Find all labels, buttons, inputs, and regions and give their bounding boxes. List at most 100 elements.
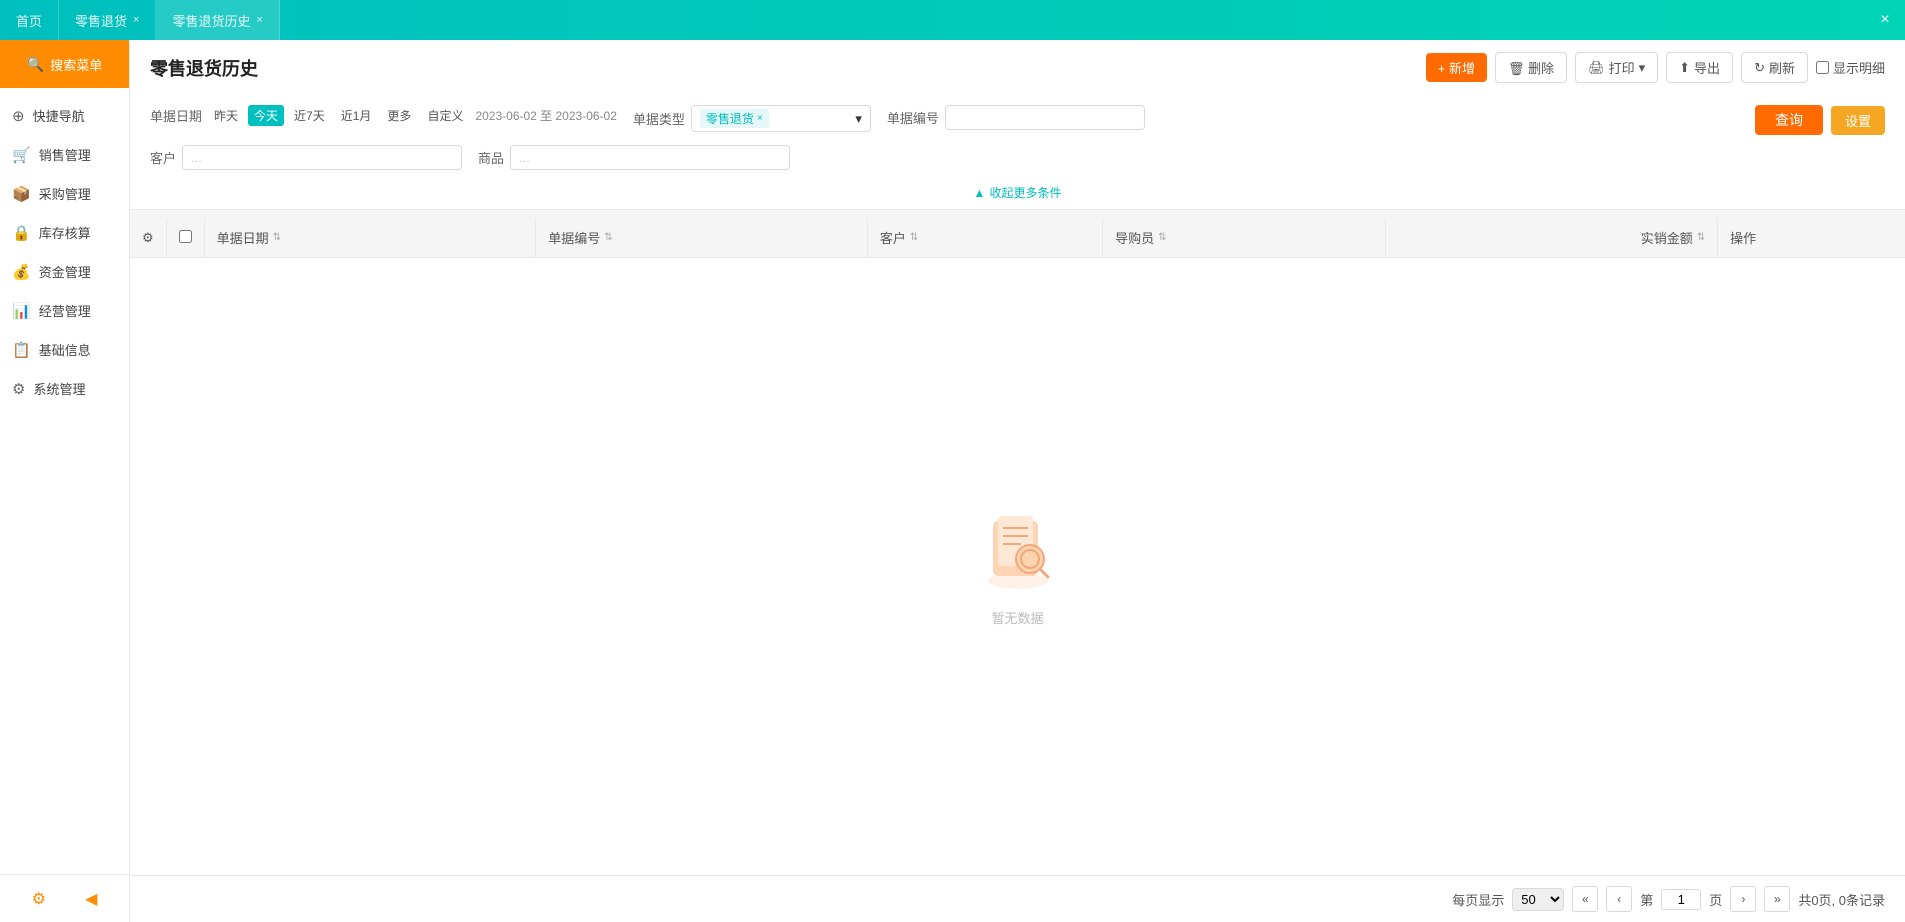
filter-customer-input[interactable]: ... <box>182 145 462 170</box>
query-button[interactable]: 查询 <box>1755 105 1823 135</box>
th-doc-date-sort[interactable]: 单据日期 ⇅ <box>217 228 524 247</box>
sidebar-item-ops-mgmt[interactable]: 📊 经营管理 <box>0 291 129 330</box>
th-amount-label: 实销金额 <box>1641 228 1693 247</box>
empty-illustration <box>973 506 1063 596</box>
refresh-label: 刷新 <box>1769 58 1795 77</box>
filter-type: 单据类型 零售退货 × ▾ <box>633 105 871 132</box>
th-amount-sort[interactable]: 实销金额 ⇅ <box>1398 228 1705 247</box>
search-icon: 🔍 <box>27 56 44 73</box>
sidebar-item-purchase-mgmt-label: 采购管理 <box>39 184 91 203</box>
date-btn-yesterday[interactable]: 昨天 <box>208 105 244 126</box>
pagination-bar: 每页显示 10 20 50 100 « ‹ 第 页 › » 共0页, 0条记录 <box>130 875 1905 922</box>
date-btn-custom[interactable]: 自定义 <box>421 105 469 126</box>
refresh-icon: ↻ <box>1754 60 1765 76</box>
sidebar-item-inventory[interactable]: 🔒 库存核算 <box>0 213 129 252</box>
per-page-label: 每页显示 <box>1452 890 1504 909</box>
per-page-select[interactable]: 10 20 50 100 <box>1512 888 1564 911</box>
settings-button[interactable]: 设置 <box>1831 106 1885 135</box>
filter-type-dropdown-icon: ▾ <box>855 111 862 127</box>
filter-type-select[interactable]: 零售退货 × ▾ <box>691 105 871 132</box>
basic-info-icon: 📋 <box>12 341 31 359</box>
print-label: 打印 <box>1609 58 1635 77</box>
sidebar-item-basic-info-label: 基础信息 <box>39 340 91 359</box>
export-button[interactable]: ⬆ 导出 <box>1666 52 1733 83</box>
first-page-button[interactable]: « <box>1572 886 1598 912</box>
date-btn-more[interactable]: 更多 <box>381 105 417 126</box>
date-btn-1month[interactable]: 近1月 <box>335 105 378 126</box>
window-close-button[interactable]: × <box>1865 0 1905 40</box>
page-title-bar: 零售退货历史 + 新增 🗑 删除 🖨 打印 ▾ ⬆ 导出 ↻ <box>150 52 1885 83</box>
filter-date-buttons: 昨天 今天 近7天 近1月 更多 自定义 <box>208 105 469 126</box>
th-amount-sort-icon: ⇅ <box>1697 233 1705 243</box>
filter-customer: 客户 ... <box>150 145 462 170</box>
print-dropdown-icon: ▾ <box>1639 60 1646 76</box>
date-btn-7days[interactable]: 近7天 <box>288 105 331 126</box>
sidebar-item-sales-mgmt[interactable]: 🛒 销售管理 <box>0 135 129 174</box>
th-doc-no: 单据编号 ⇅ <box>536 218 868 258</box>
last-page-button[interactable]: » <box>1764 886 1790 912</box>
data-table: ⚙ 单据日期 ⇅ 单据编号 <box>130 218 1905 258</box>
sidebar-search[interactable]: 🔍 搜索菜单 <box>0 40 129 88</box>
sidebar-item-quick-nav[interactable]: ⊕ 快捷导航 <box>0 96 129 135</box>
tab-retail-return-history-close[interactable]: × <box>256 14 262 26</box>
select-all-checkbox[interactable] <box>179 230 192 243</box>
th-doc-date: 单据日期 ⇅ <box>204 218 536 258</box>
content-area: 零售退货历史 + 新增 🗑 删除 🖨 打印 ▾ ⬆ 导出 ↻ <box>130 40 1905 922</box>
th-doc-date-label: 单据日期 <box>217 228 269 247</box>
delete-button[interactable]: 🗑 删除 <box>1495 52 1567 83</box>
filter-row-1: 单据日期 昨天 今天 近7天 近1月 更多 自定义 2023-06-02 至 2… <box>150 105 1885 135</box>
th-doc-date-sort-icon: ⇅ <box>273 233 281 243</box>
refresh-button[interactable]: ↻ 刷新 <box>1741 52 1808 83</box>
page-header: 零售退货历史 + 新增 🗑 删除 🖨 打印 ▾ ⬆ 导出 ↻ <box>130 40 1905 210</box>
sidebar: 🔍 搜索菜单 ⊕ 快捷导航 🛒 销售管理 📦 采购管理 🔒 库存核算 💰 <box>0 40 130 922</box>
export-label: 导出 <box>1694 58 1720 77</box>
th-amount: 实销金额 ⇅ <box>1386 218 1718 258</box>
prev-page-button[interactable]: ‹ <box>1606 886 1632 912</box>
print-button[interactable]: 🖨 打印 ▾ <box>1575 52 1658 83</box>
show-detail-checkbox-wrapper[interactable]: 显示明细 <box>1816 58 1885 77</box>
filter-doc-number-input[interactable] <box>945 105 1145 130</box>
filter-doc-number-label: 单据编号 <box>887 108 939 127</box>
quick-nav-icon: ⊕ <box>12 107 25 125</box>
tab-retail-return-history-label: 零售退货历史 <box>172 11 250 30</box>
sidebar-item-purchase-mgmt[interactable]: 📦 采购管理 <box>0 174 129 213</box>
tab-retail-return-close[interactable]: × <box>133 14 139 26</box>
sidebar-nav: ⊕ 快捷导航 🛒 销售管理 📦 采购管理 🔒 库存核算 💰 资金管理 📊 <box>0 88 129 874</box>
th-customer-sort-icon: ⇅ <box>910 233 918 243</box>
table-container: ⚙ 单据日期 ⇅ 单据编号 <box>130 218 1905 875</box>
page-title: 零售退货历史 <box>150 55 258 81</box>
inventory-icon: 🔒 <box>12 224 31 242</box>
ops-mgmt-icon: 📊 <box>12 302 31 320</box>
filter-doc-number: 单据编号 <box>887 105 1145 130</box>
date-btn-today[interactable]: 今天 <box>248 105 284 126</box>
sidebar-item-inventory-label: 库存核算 <box>39 223 91 242</box>
tab-retail-return-history[interactable]: 零售退货历史 × <box>156 0 279 40</box>
th-doc-no-sort[interactable]: 单据编号 ⇅ <box>548 228 855 247</box>
sidebar-search-label: 搜索菜单 <box>50 55 102 74</box>
tab-retail-return[interactable]: 零售退货 × <box>59 0 156 40</box>
column-settings-icon[interactable]: ⚙ <box>142 230 154 245</box>
sidebar-item-sys-mgmt[interactable]: ⚙ 系统管理 <box>0 369 129 408</box>
page-suffix: 页 <box>1709 890 1722 909</box>
collapse-bar[interactable]: ▲ 收起更多条件 <box>150 180 1885 209</box>
page-actions: + 新增 🗑 删除 🖨 打印 ▾ ⬆ 导出 ↻ 刷新 <box>1426 52 1885 83</box>
sidebar-item-quick-nav-label: 快捷导航 <box>33 106 85 125</box>
table-header: ⚙ 单据日期 ⇅ 单据编号 <box>130 218 1905 258</box>
filter-type-tag-close[interactable]: × <box>757 113 763 124</box>
sidebar-item-finance[interactable]: 💰 资金管理 <box>0 252 129 291</box>
next-page-button[interactable]: › <box>1730 886 1756 912</box>
show-detail-checkbox[interactable] <box>1816 61 1829 74</box>
tab-home[interactable]: 首页 <box>0 0 59 40</box>
th-checkbox <box>166 218 204 258</box>
tab-retail-return-label: 零售退货 <box>75 11 127 30</box>
new-button[interactable]: + 新增 <box>1426 53 1487 82</box>
sidebar-collapse-button[interactable]: ◀ <box>85 889 97 909</box>
filter-goods-input[interactable]: ... <box>510 145 790 170</box>
sidebar-settings-button[interactable]: ⚙ <box>32 889 46 909</box>
sidebar-item-basic-info[interactable]: 📋 基础信息 <box>0 330 129 369</box>
filter-area: 单据日期 昨天 今天 近7天 近1月 更多 自定义 2023-06-02 至 2… <box>150 95 1885 209</box>
th-guide-sort[interactable]: 导购员 ⇅ <box>1115 228 1373 247</box>
th-ops: 操作 <box>1718 218 1905 258</box>
page-number-input[interactable] <box>1661 889 1701 910</box>
th-customer-sort[interactable]: 客户 ⇅ <box>880 228 1090 247</box>
